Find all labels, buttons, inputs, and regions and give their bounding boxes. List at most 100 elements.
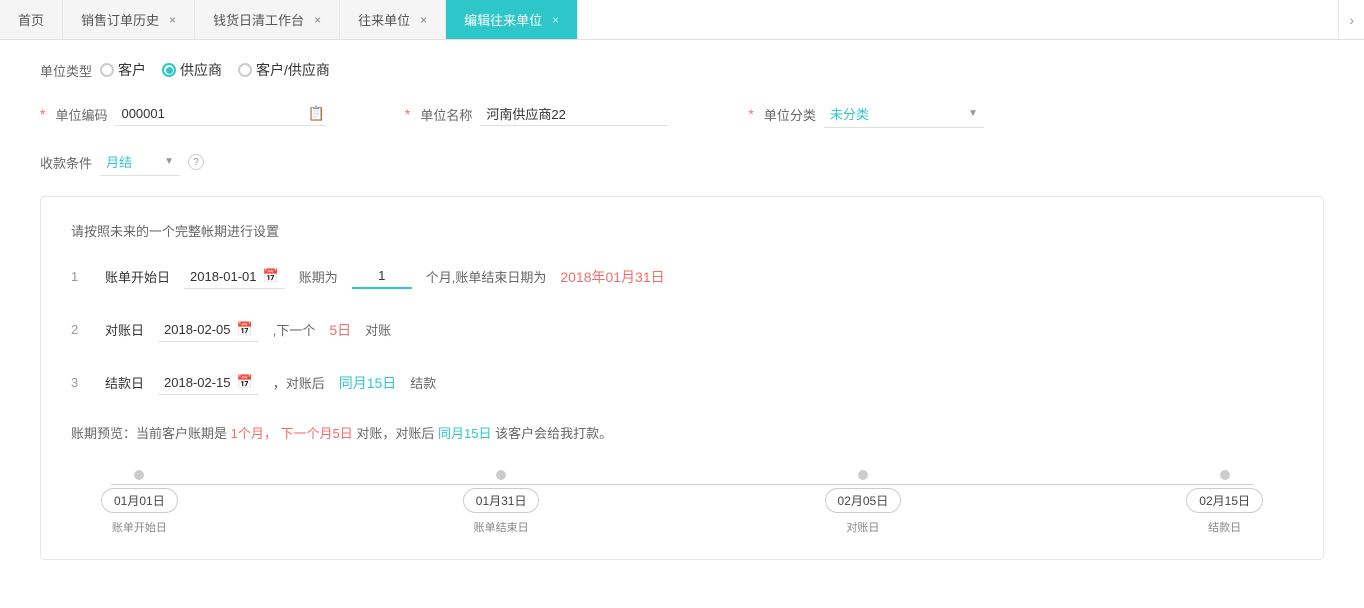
timeline-container: 01月01日 账单开始日 01月31日 账单结束日 02月05日 对账日 — [71, 470, 1293, 535]
date-value-1: 2018-01-01 — [190, 269, 257, 284]
radio-group-unit-type: 客户 供应商 客户/供应商 — [100, 60, 330, 80]
calendar-icon-2[interactable]: 📅 — [237, 321, 253, 337]
date-field-2: 2018-02-05 📅 — [158, 317, 259, 342]
row-label-1: 账单开始日 — [105, 267, 170, 286]
tab-partner-list-close[interactable]: × — [420, 13, 427, 27]
tab-sales-history-close[interactable]: × — [169, 13, 176, 27]
row-desc-2-post: 对账 — [365, 320, 391, 339]
tab-bar: 首页 销售订单历史 × 钱货日清工作台 × 往来单位 × 编辑往来单位 × › — [0, 0, 1364, 40]
tab-partner-list[interactable]: 往来单位 × — [340, 0, 446, 39]
unit-category-value: 未分类 — [830, 104, 964, 123]
radio-supplier[interactable]: 供应商 — [162, 60, 222, 80]
calendar-icon-1[interactable]: 📅 — [263, 268, 279, 284]
timeline-point-1: 01月01日 账单开始日 — [101, 470, 178, 535]
code-required-star: * — [40, 106, 45, 122]
settings-box: 请按照未来的一个完整帐期进行设置 1 账单开始日 2018-01-01 📅 账期… — [40, 196, 1324, 560]
row-label-3: 结款日 — [105, 373, 144, 392]
timeline-point-4: 02月15日 结款日 — [1186, 470, 1263, 535]
unit-category-label: 单位分类 — [764, 105, 816, 124]
tab-edit-partner[interactable]: 编辑往来单位 × — [446, 0, 578, 39]
preview-label: 账期预览：当前客户账期是 — [71, 426, 227, 441]
unit-code-label: 单位编码 — [55, 105, 107, 124]
form-row-unit-type: 单位类型 客户 供应商 客户/供应商 — [40, 60, 1324, 80]
radio-customer[interactable]: 客户 — [100, 60, 146, 80]
main-content: 单位类型 客户 供应商 客户/供应商 — [0, 40, 1364, 608]
unit-code-field: * 单位编码 📋 — [40, 102, 325, 126]
timeline-dot-3 — [858, 470, 868, 480]
payment-condition-select[interactable]: 月结 ▼ — [100, 148, 180, 176]
calendar-icon-3[interactable]: 📅 — [237, 374, 253, 390]
timeline-badge-3: 02月05日 — [825, 488, 902, 513]
timeline-dot-4 — [1220, 470, 1230, 480]
timeline-sublabel-3: 对账日 — [846, 519, 879, 535]
setting-row-1: 1 账单开始日 2018-01-01 📅 账期为 个月,账单结束日期为 2018… — [71, 264, 1293, 289]
timeline-sublabel-1: 账单开始日 — [112, 519, 167, 535]
tab-home[interactable]: 首页 — [0, 0, 63, 39]
payment-condition-value: 月结 — [106, 152, 160, 171]
row-desc-3-post: 结款 — [410, 373, 436, 392]
preview-p4: 同月15日 — [438, 426, 491, 441]
row-desc-3-pre: ，对账后 — [273, 373, 325, 392]
timeline-point-2: 01月31日 账单结束日 — [463, 470, 540, 535]
tab-edit-partner-label: 编辑往来单位 — [464, 10, 542, 29]
preview-p1: 1个月， — [231, 426, 277, 441]
tab-edit-partner-close[interactable]: × — [552, 13, 559, 27]
preview-p2: 下一个月5日 — [281, 426, 353, 441]
row-desc-1-pre: 账期为 — [299, 267, 338, 286]
radio-both-circle — [238, 63, 252, 77]
date-value-2: 2018-02-05 — [164, 322, 231, 337]
unit-category-field: * 单位分类 未分类 ▼ — [748, 100, 983, 128]
unit-category-chevron-icon: ▼ — [968, 108, 978, 119]
tab-cash-daily[interactable]: 钱货日清工作台 × — [195, 0, 340, 39]
radio-supplier-circle — [162, 63, 176, 77]
timeline-sublabel-2: 账单结束日 — [474, 519, 529, 535]
tab-cash-daily-close[interactable]: × — [314, 13, 321, 27]
unit-name-field: * 单位名称 — [405, 102, 668, 126]
radio-customer-label: 客户 — [118, 60, 146, 80]
end-date-highlight: 2018年01月31日 — [560, 267, 664, 287]
unit-code-input-wrapper: 📋 — [115, 102, 324, 126]
settings-title: 请按照未来的一个完整帐期进行设置 — [71, 221, 1293, 240]
timeline-sublabel-4: 结款日 — [1208, 519, 1241, 535]
preview-p5: 该客户会给我打款。 — [495, 426, 612, 441]
period-input[interactable] — [352, 264, 412, 289]
preview-p3: 对账，对账后 — [356, 426, 434, 441]
setting-row-2: 2 对账日 2018-02-05 📅 ,下一个 5日 对账 — [71, 317, 1293, 342]
timeline-badge-2: 01月31日 — [463, 488, 540, 513]
tab-sales-history-label: 销售订单历史 — [81, 10, 159, 29]
unit-name-input[interactable] — [480, 102, 668, 126]
tab-more-arrow[interactable]: › — [1338, 0, 1364, 39]
radio-customer-circle — [100, 63, 114, 77]
row-label-2: 对账日 — [105, 320, 144, 339]
row-desc-1-post: 个月,账单结束日期为 — [426, 267, 547, 286]
payment-condition-chevron-icon: ▼ — [164, 156, 174, 167]
row-num-1: 1 — [71, 269, 91, 284]
unit-type-label: 单位类型 — [40, 61, 92, 80]
form-row-payment: 收款条件 月结 ▼ ? — [40, 148, 1324, 176]
unit-code-input[interactable] — [115, 102, 303, 125]
radio-both[interactable]: 客户/供应商 — [238, 60, 330, 80]
row-desc-2-highlight: 5日 — [329, 320, 351, 340]
tab-sales-history[interactable]: 销售订单历史 × — [63, 0, 195, 39]
unit-code-icon[interactable]: 📋 — [307, 105, 324, 122]
radio-both-label: 客户/供应商 — [256, 60, 330, 80]
unit-name-label: 单位名称 — [420, 105, 472, 124]
row-desc-2-pre: ,下一个 — [273, 320, 316, 339]
unit-category-select[interactable]: 未分类 ▼ — [824, 100, 984, 128]
row-num-2: 2 — [71, 322, 91, 337]
tab-partner-list-label: 往来单位 — [358, 10, 410, 29]
payment-help-icon[interactable]: ? — [188, 154, 204, 170]
preview-text: 账期预览：当前客户账期是 1个月， 下一个月5日 对账，对账后 同月15日 该客… — [71, 423, 1293, 442]
setting-row-3: 3 结款日 2018-02-15 📅 ，对账后 同月15日 结款 — [71, 370, 1293, 395]
unit-type-field: 单位类型 客户 供应商 客户/供应商 — [40, 60, 330, 80]
timeline-dot-1 — [134, 470, 144, 480]
date-field-1: 2018-01-01 📅 — [184, 264, 285, 289]
row-num-3: 3 — [71, 375, 91, 390]
timeline-point-3: 02月05日 对账日 — [825, 470, 902, 535]
form-row-code-name: * 单位编码 📋 * 单位名称 * 单位分类 未分类 ▼ — [40, 100, 1324, 128]
timeline-points: 01月01日 账单开始日 01月31日 账单结束日 02月05日 对账日 — [101, 470, 1263, 535]
name-required-star: * — [405, 106, 410, 122]
payment-condition-label: 收款条件 — [40, 153, 92, 172]
timeline-badge-1: 01月01日 — [101, 488, 178, 513]
date-value-3: 2018-02-15 — [164, 375, 231, 390]
